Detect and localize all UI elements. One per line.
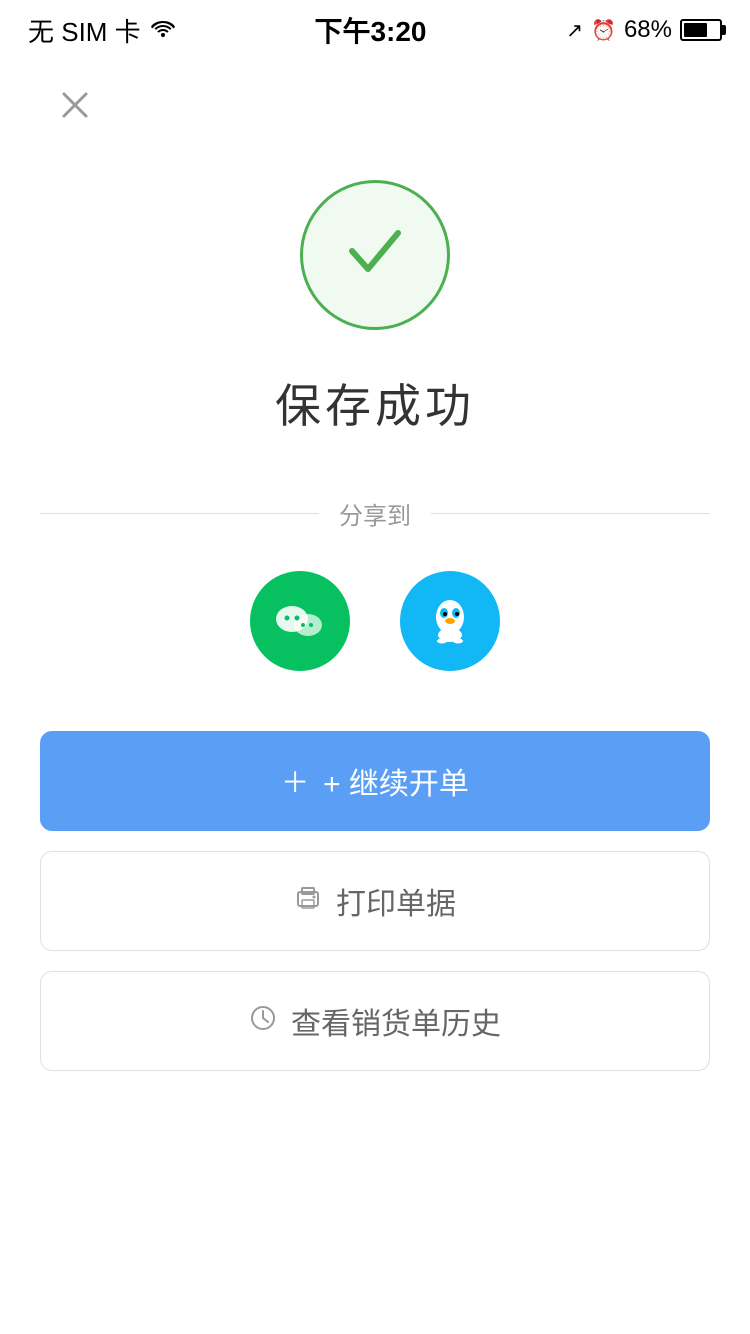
status-right: ↗ ⏰ 68% bbox=[566, 16, 722, 44]
continue-button[interactable]: ＋ + 继续开单 bbox=[40, 731, 710, 831]
share-divider: 分享到 bbox=[40, 496, 710, 531]
continue-label: + 继续开单 bbox=[323, 759, 469, 803]
location-icon: ↗ bbox=[566, 18, 583, 43]
printer-icon bbox=[294, 884, 322, 919]
status-left: 无 SIM 卡 bbox=[28, 12, 175, 49]
status-bar: 无 SIM 卡 下午3:20 ↗ ⏰ 68% bbox=[0, 0, 750, 60]
history-label: 查看销货单历史 bbox=[291, 999, 501, 1043]
history-button[interactable]: 查看销货单历史 bbox=[40, 971, 710, 1071]
action-buttons: ＋ + 继续开单 打印单据 查看销货单历 bbox=[40, 731, 710, 1071]
success-icon-circle bbox=[300, 180, 450, 330]
alarm-icon: ⏰ bbox=[591, 18, 616, 43]
plus-icon: ＋ bbox=[281, 761, 309, 801]
divider-right bbox=[431, 513, 710, 514]
print-label: 打印单据 bbox=[336, 879, 456, 923]
print-button[interactable]: 打印单据 bbox=[40, 851, 710, 951]
qq-share-button[interactable] bbox=[400, 571, 500, 671]
close-button[interactable] bbox=[50, 80, 100, 130]
main-content: 保存成功 分享到 bbox=[0, 60, 750, 1334]
share-label: 分享到 bbox=[339, 496, 411, 531]
battery-text: 68% bbox=[624, 16, 672, 44]
no-sim-text: 无 SIM 卡 bbox=[28, 12, 141, 49]
battery-icon bbox=[680, 19, 722, 41]
wechat-share-button[interactable] bbox=[250, 571, 350, 671]
divider-left bbox=[40, 513, 319, 514]
success-title: 保存成功 bbox=[275, 370, 475, 436]
wifi-icon bbox=[151, 17, 175, 43]
clock-icon bbox=[249, 1004, 277, 1039]
checkmark-icon bbox=[340, 215, 410, 296]
status-time: 下午3:20 bbox=[314, 10, 426, 50]
share-icons-row bbox=[250, 571, 500, 671]
